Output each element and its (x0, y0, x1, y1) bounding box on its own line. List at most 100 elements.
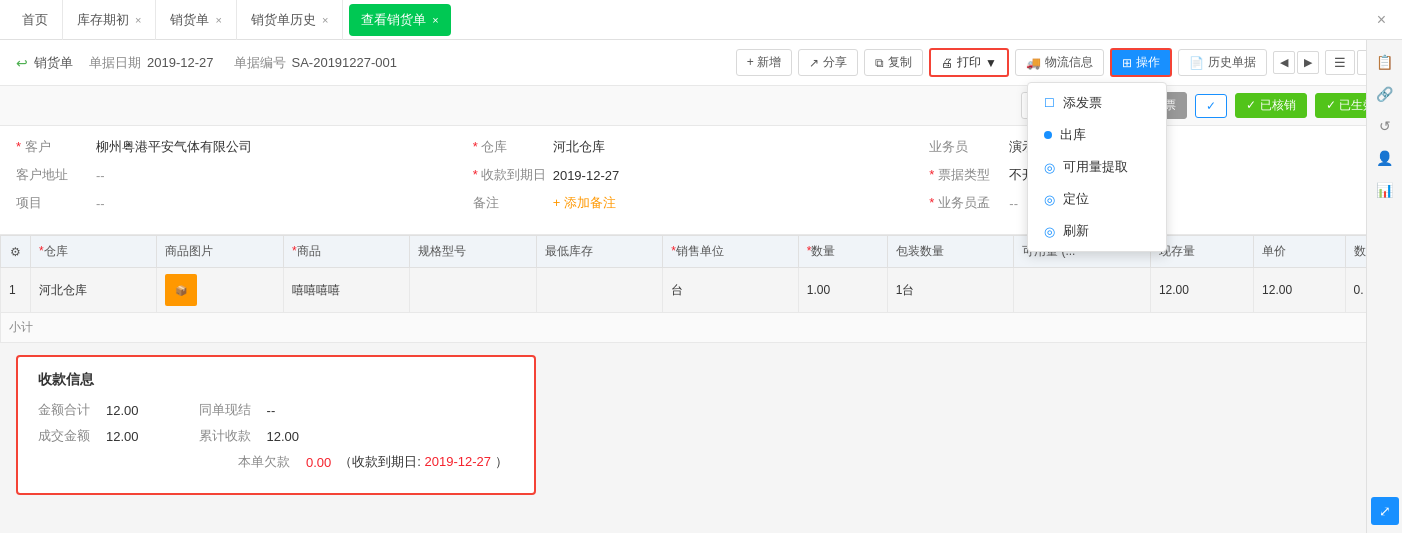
next-button[interactable]: ▶ (1297, 51, 1319, 74)
history-button[interactable]: 📄 历史单据 (1178, 49, 1267, 76)
tab-view-sales[interactable]: 查看销货单 × (349, 4, 450, 36)
spec-col-header: 规格型号 (410, 236, 536, 268)
add-invoice-icon: ☐ (1044, 96, 1055, 110)
tab-sales-history-label: 销货单历史 (251, 11, 316, 29)
print-button[interactable]: 🖨 打印 ▼ (929, 48, 1009, 77)
remark-group: 备注 + 添加备注 (473, 194, 930, 212)
document-header: ↩ 销货单 单据日期 2019-12-27 单据编号 SA-20191227-0… (0, 40, 1402, 86)
payment-title: 收款信息 (38, 371, 514, 389)
sidebar-icon-user[interactable]: 👤 (1371, 144, 1399, 172)
history-label: 历史单据 (1208, 54, 1256, 71)
deal-amount-label: 成交金额 (38, 427, 98, 445)
checked-badge: ✓ 已核销 (1235, 93, 1306, 118)
customer-label: 客户 (16, 138, 96, 156)
document-type-label: 销货单 (34, 54, 73, 72)
window-close-button[interactable]: × (1369, 11, 1394, 29)
customer-group: 客户 柳州粤港平安气体有限公司 (16, 138, 473, 156)
payment-row-2: 成交金额 12.00 累计收款 12.00 (38, 427, 514, 445)
locate-label: 定位 (1063, 190, 1089, 208)
cumulative-value: 12.00 (267, 429, 300, 444)
operation-button[interactable]: ⊞ 操作 (1110, 48, 1172, 77)
form-row-2: 客户地址 -- 收款到期日 2019-12-27 票据类型 不开票 (16, 166, 1386, 184)
unit-price-col-header: 单价 (1254, 236, 1345, 268)
row-product-img: 📦 (157, 268, 283, 313)
document-meta: 单据日期 2019-12-27 单据编号 SA-20191227-001 (89, 54, 720, 72)
out-warehouse-dot (1044, 131, 1052, 139)
copy-label: 复制 (888, 54, 912, 71)
same-order-value: -- (267, 403, 276, 418)
product-col-header: *商品 (283, 236, 409, 268)
doc-number-value: SA-20191227-001 (292, 55, 398, 70)
row-unit: 台 (663, 268, 799, 313)
add-invoice-item[interactable]: ☐ 添发票 (1028, 87, 1166, 119)
min-stock-col-header: 最低库存 (536, 236, 662, 268)
form-row-1: 客户 柳州粤港平安气体有限公司 仓库 河北仓库 业务员 演示账号 (16, 138, 1386, 156)
tab-sales-history[interactable]: 销货单历史 × (237, 0, 343, 40)
share-button[interactable]: ↗ 分享 (798, 49, 858, 76)
subtotal-row: 小计 (1, 313, 1402, 343)
row-num: 1 (1, 268, 31, 313)
total-amount-item: 金额合计 12.00 (38, 401, 139, 419)
total-amount-label: 金额合计 (38, 401, 98, 419)
tab-view-sales-close[interactable]: × (432, 14, 438, 26)
product-table: ⚙ *仓库 商品图片 *商品 规格型号 最低库存 *销售单位 *数量 包装数量 … (0, 235, 1402, 343)
operation-icon: ⊞ (1122, 56, 1132, 70)
locate-icon: ◎ (1044, 192, 1055, 207)
operation-label: 操作 (1136, 54, 1160, 71)
available-qty-item[interactable]: ◎ 可用量提取 (1028, 151, 1166, 183)
table-row: 1 河北仓库 📦 嘻嘻嘻嘻 台 1.00 1台 12.00 12.00 0. (1, 268, 1402, 313)
tab-inventory-init[interactable]: 库存期初 × (63, 0, 156, 40)
tab-sales-order[interactable]: 销货单 × (156, 0, 236, 40)
secondary-bar: 📱 来自手机 ● 未开票 ✓ ✓ 已核销 ✓ 已生效 (0, 86, 1402, 126)
confirm-button[interactable]: ✓ (1195, 94, 1227, 118)
tab-view-sales-label: 查看销货单 (361, 11, 426, 29)
tab-sales-history-close[interactable]: × (322, 14, 328, 26)
operation-dropdown: ☐ 添发票 出库 ◎ 可用量提取 ◎ 定位 ◎ 刷新 (1027, 82, 1167, 252)
refresh-item[interactable]: ◎ 刷新 (1028, 215, 1166, 247)
out-warehouse-item[interactable]: 出库 (1028, 119, 1166, 151)
copy-button[interactable]: ⧉ 复制 (864, 49, 923, 76)
payment-date-group: 收款到期日 2019-12-27 (473, 166, 930, 184)
balance-value: 0.00 (306, 455, 331, 470)
sidebar-icon-refresh[interactable]: ↺ (1371, 112, 1399, 140)
sidebar-icon-clipboard[interactable]: 📋 (1371, 48, 1399, 76)
row-quantity: 1.00 (798, 268, 887, 313)
row-pack-qty: 1台 (887, 268, 1013, 313)
logistics-label: 物流信息 (1045, 54, 1093, 71)
new-button[interactable]: + 新增 (736, 49, 792, 76)
tab-inventory-init-close[interactable]: × (135, 14, 141, 26)
locate-item[interactable]: ◎ 定位 (1028, 183, 1166, 215)
copy-icon: ⧉ (875, 56, 884, 70)
deal-amount-item: 成交金额 12.00 (38, 427, 139, 445)
total-amount-value: 12.00 (106, 403, 139, 418)
add-invoice-label: 添发票 (1063, 94, 1102, 112)
sidebar-icon-chart[interactable]: 📊 (1371, 176, 1399, 204)
logistics-button[interactable]: 🚚 物流信息 (1015, 49, 1104, 76)
payment-date-value: 2019-12-27 (553, 168, 620, 183)
balance-date: 2019-12-27 (425, 454, 492, 469)
row-available (1014, 268, 1151, 313)
warehouse-col-header: *仓库 (31, 236, 157, 268)
address-group: 客户地址 -- (16, 166, 473, 184)
pack-qty-col-header: 包装数量 (887, 236, 1013, 268)
list-view-button[interactable]: ☰ (1325, 50, 1355, 75)
sidebar-icon-link[interactable]: 🔗 (1371, 80, 1399, 108)
add-remark-button[interactable]: + 添加备注 (553, 194, 616, 212)
settings-col-header: ⚙ (1, 236, 31, 268)
tab-home[interactable]: 首页 (8, 0, 63, 40)
address-label: 客户地址 (16, 166, 96, 184)
payment-row-1: 金额合计 12.00 同单现结 -- (38, 401, 514, 419)
table-header-row: ⚙ *仓库 商品图片 *商品 规格型号 最低库存 *销售单位 *数量 包装数量 … (1, 236, 1402, 268)
document-actions: + 新增 ↗ 分享 ⧉ 复制 🖨 打印 ▼ 🚚 物流信息 ⊞ 操作 📄 历史单据… (736, 48, 1386, 77)
project-group: 项目 -- (16, 194, 473, 212)
tab-home-label: 首页 (22, 11, 48, 29)
tab-sales-order-close[interactable]: × (215, 14, 221, 26)
balance-note-end: ） (495, 454, 508, 469)
row-spec (410, 268, 536, 313)
sidebar-icon-expand[interactable]: ⤢ (1371, 497, 1399, 507)
doc-number-label: 单据编号 (234, 54, 286, 72)
print-dropdown-icon: ▼ (985, 56, 997, 70)
print-icon: 🖨 (941, 56, 953, 70)
doc-date-item: 单据日期 2019-12-27 (89, 54, 214, 72)
prev-button[interactable]: ◀ (1273, 51, 1295, 74)
